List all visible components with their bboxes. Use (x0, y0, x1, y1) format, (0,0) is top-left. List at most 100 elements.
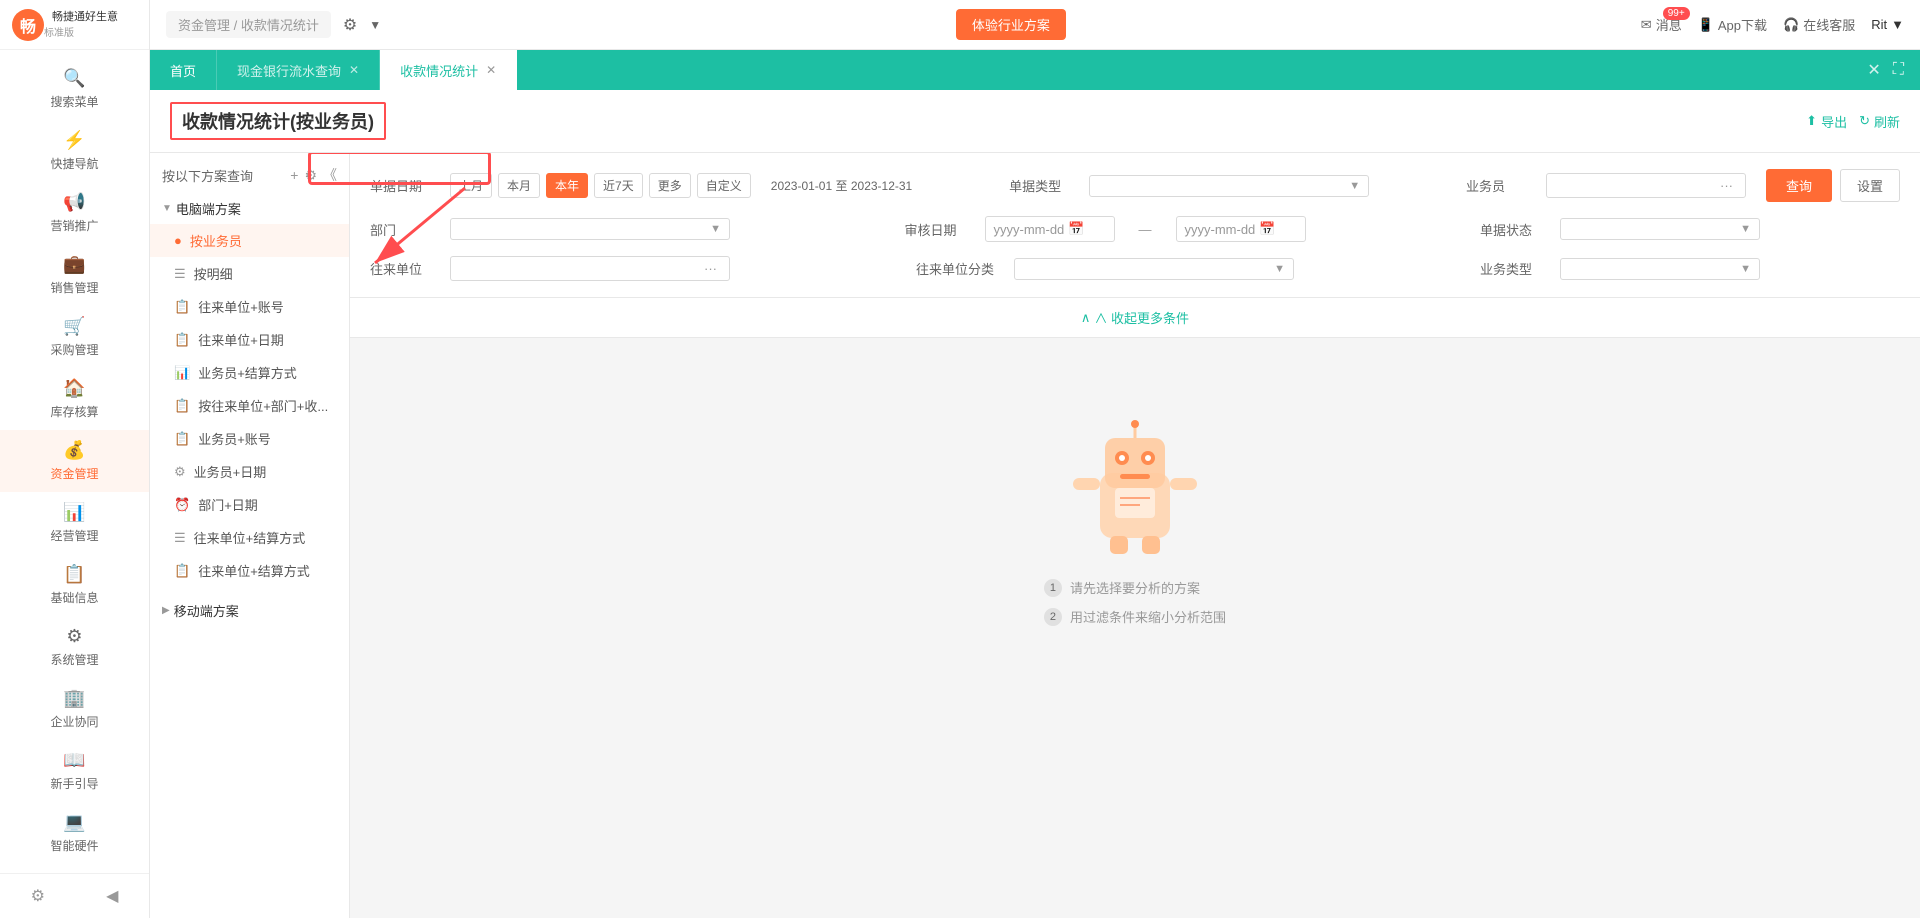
sidebar-item-hardware[interactable]: 💻 智能硬件 (0, 802, 149, 864)
counterpart-select[interactable]: ··· (450, 256, 730, 281)
trial-button[interactable]: 体验行业方案 (956, 9, 1066, 40)
sidebar-item-operations[interactable]: 📊 经营管理 (0, 492, 149, 554)
export-button[interactable]: ⬆ 导出 (1806, 112, 1847, 131)
date-btn-more[interactable]: 更多 (649, 173, 691, 198)
query-button[interactable]: 查询 (1766, 169, 1832, 202)
sidebar-item-enterprise[interactable]: 🏢 企业协同 (0, 678, 149, 740)
sidebar-settings-btn[interactable]: ⚙ (31, 886, 45, 906)
counterpart-category-select[interactable]: ▼ (1014, 258, 1294, 280)
message-icon: ✉ (1641, 17, 1652, 33)
scheme-unit-account[interactable]: 📋 往来单位+账号 (150, 290, 349, 323)
topbar-user[interactable]: Rit ▼ (1871, 17, 1904, 32)
sidebar-item-basicinfo[interactable]: 📋 基础信息 (0, 554, 149, 616)
add-scheme-button[interactable]: + (290, 167, 298, 183)
unit-account-icon: 📋 (174, 299, 190, 315)
collapse-panel-icon[interactable]: 《 (323, 165, 337, 185)
filter-area: 单据日期 上月 本月 本年 近7天 更多 自定义 2023-01-01 至 (350, 153, 1920, 298)
desktop-section-header[interactable]: ▼ 电脑端方案 (150, 193, 349, 224)
unit-settle1-icon: ☰ (174, 530, 186, 546)
sidebar-item-inventory[interactable]: 🏠 库存核算 (0, 368, 149, 430)
tab-stats-close[interactable]: ✕ (486, 63, 496, 77)
sidebar-item-wechat[interactable]: 💬 企业微信 (0, 864, 149, 873)
staff-select[interactable]: ··· (1546, 173, 1746, 198)
dept-label: 部门 (370, 220, 430, 239)
scheme-unit-settle1[interactable]: ☰ 往来单位+结算方式 (150, 521, 349, 554)
sidebar-item-label: 库存核算 (50, 403, 98, 420)
sidebar-item-label: 系统管理 (50, 651, 98, 668)
service-label: 在线客服 (1803, 15, 1855, 34)
scheme-by-detail-label: 按明细 (194, 264, 233, 283)
mobile-section-header[interactable]: ▶ 移动端方案 (150, 595, 349, 626)
sidebar-collapse-btn[interactable]: ◀ (106, 886, 118, 906)
sidebar-item-label: 经营管理 (50, 527, 98, 544)
scheme-unit-dept-label: 按往来单位+部门+收... (198, 396, 328, 415)
scheme-staff-settle[interactable]: 📊 业务员+结算方式 (150, 356, 349, 389)
date-btn-this-month[interactable]: 本月 (498, 173, 540, 198)
tab-bank-close[interactable]: ✕ (349, 63, 359, 77)
biztype-select[interactable]: ▼ (1560, 258, 1760, 280)
topbar-settings-icon[interactable]: ⚙ (343, 15, 357, 35)
audit-to-placeholder: yyyy-mm-dd (1185, 222, 1256, 237)
left-panel-actions: + ⚙ 《 (290, 165, 337, 185)
logo-tag: 标准版 (44, 24, 118, 39)
staff-date-icon: ⚙ (174, 464, 186, 480)
staff-more-icon[interactable]: ··· (1720, 178, 1733, 193)
scheme-by-detail[interactable]: ☰ 按明细 (150, 257, 349, 290)
scheme-unit-date[interactable]: 📋 往来单位+日期 (150, 323, 349, 356)
doctype-select[interactable]: ▼ (1089, 175, 1369, 197)
message-badge: 99+ (1663, 7, 1690, 20)
date-btn-7days[interactable]: 近7天 (594, 173, 643, 198)
date-btn-this-year[interactable]: 本年 (546, 173, 588, 198)
topbar-app-download[interactable]: 📱 App下载 (1698, 15, 1767, 34)
scheme-settings-icon[interactable]: ⚙ (304, 167, 317, 184)
scheme-dept-date[interactable]: ⏰ 部门+日期 (150, 488, 349, 521)
topbar-msg[interactable]: ✉ 消息 99+ (1641, 15, 1682, 34)
left-panel: 按以下方案查询 + ⚙ 《 ▼ 电脑端方案 ● 按业务员 (150, 153, 350, 918)
sidebar: 畅 畅捷通好生意 标准版 🔍 搜索菜单 ⚡ 快捷导航 📢 营销推广 💼 销售管理… (0, 0, 150, 918)
tab-home[interactable]: 首页 (150, 50, 217, 90)
scheme-unit-settle2-label: 往来单位+结算方式 (198, 561, 310, 580)
user-dropdown-icon: ▼ (1891, 17, 1904, 32)
dept-select[interactable]: ▼ (450, 218, 730, 240)
left-panel-title: 按以下方案查询 (162, 166, 253, 185)
date-btn-custom[interactable]: 自定义 (697, 173, 751, 198)
topbar-service[interactable]: 🎧 在线客服 (1783, 15, 1855, 34)
page-title: 收款情况统计(按业务员) (170, 102, 386, 140)
scheme-unit-settle2[interactable]: 📋 往来单位+结算方式 (150, 554, 349, 587)
calendar-from-icon: 📅 (1068, 221, 1084, 237)
sidebar-item-sales[interactable]: 💼 销售管理 (0, 244, 149, 306)
sidebar-item-quicknav[interactable]: ⚡ 快捷导航 (0, 120, 149, 182)
tab-maximize-icon[interactable]: ⛶ (1893, 61, 1904, 79)
topbar-dropdown-icon[interactable]: ▼ (369, 18, 381, 32)
audit-date-to-input[interactable]: yyyy-mm-dd 📅 (1176, 216, 1306, 242)
tab-stats[interactable]: 收款情况统计 ✕ (380, 50, 517, 90)
sidebar-item-purchase[interactable]: 🛒 采购管理 (0, 306, 149, 368)
sidebar-item-system[interactable]: ⚙ 系统管理 (0, 616, 149, 678)
scheme-staff-account[interactable]: 📋 业务员+账号 (150, 422, 349, 455)
sidebar-item-search[interactable]: 🔍 搜索菜单 (0, 58, 149, 120)
sidebar-item-finance[interactable]: 💰 资金管理 (0, 430, 149, 492)
scheme-unit-dept[interactable]: 📋 按往来单位+部门+收... (150, 389, 349, 422)
logo-text: 畅捷通好生意 (52, 10, 118, 24)
scheme-staff-account-label: 业务员+账号 (198, 429, 271, 448)
topbar-right: ✉ 消息 99+ 📱 App下载 🎧 在线客服 Rit ▼ (1641, 15, 1904, 34)
scheme-by-staff[interactable]: ● 按业务员 (150, 224, 349, 257)
filter-settings-button[interactable]: 设置 (1840, 169, 1900, 202)
counterpart-more-icon[interactable]: ··· (704, 261, 717, 276)
topbar: 资金管理 / 收款情况统计 ⚙ ▼ 体验行业方案 ✉ 消息 99+ 📱 App下… (150, 0, 1920, 50)
collapse-bar[interactable]: ∧ ∧ 收起更多条件 (350, 298, 1920, 338)
sidebar-item-guide[interactable]: 📖 新手引导 (0, 740, 149, 802)
date-btn-last-month[interactable]: 上月 (450, 173, 492, 198)
refresh-button[interactable]: ↻ 刷新 (1859, 112, 1900, 131)
tab-close-all-icon[interactable]: ✕ (1867, 60, 1880, 80)
audit-date-from-input[interactable]: yyyy-mm-dd 📅 (985, 216, 1115, 242)
scheme-unit-date-label: 往来单位+日期 (198, 330, 284, 349)
docstatus-select[interactable]: ▼ (1560, 218, 1760, 240)
sidebar-item-marketing[interactable]: 📢 营销推广 (0, 182, 149, 244)
scheme-unit-settle1-label: 往来单位+结算方式 (194, 528, 306, 547)
staff-settle-icon: 📊 (174, 365, 190, 381)
scheme-unit-account-label: 往来单位+账号 (198, 297, 284, 316)
service-icon: 🎧 (1783, 17, 1799, 33)
scheme-staff-date[interactable]: ⚙ 业务员+日期 (150, 455, 349, 488)
tab-bank[interactable]: 现金银行流水查询 ✕ (217, 50, 380, 90)
